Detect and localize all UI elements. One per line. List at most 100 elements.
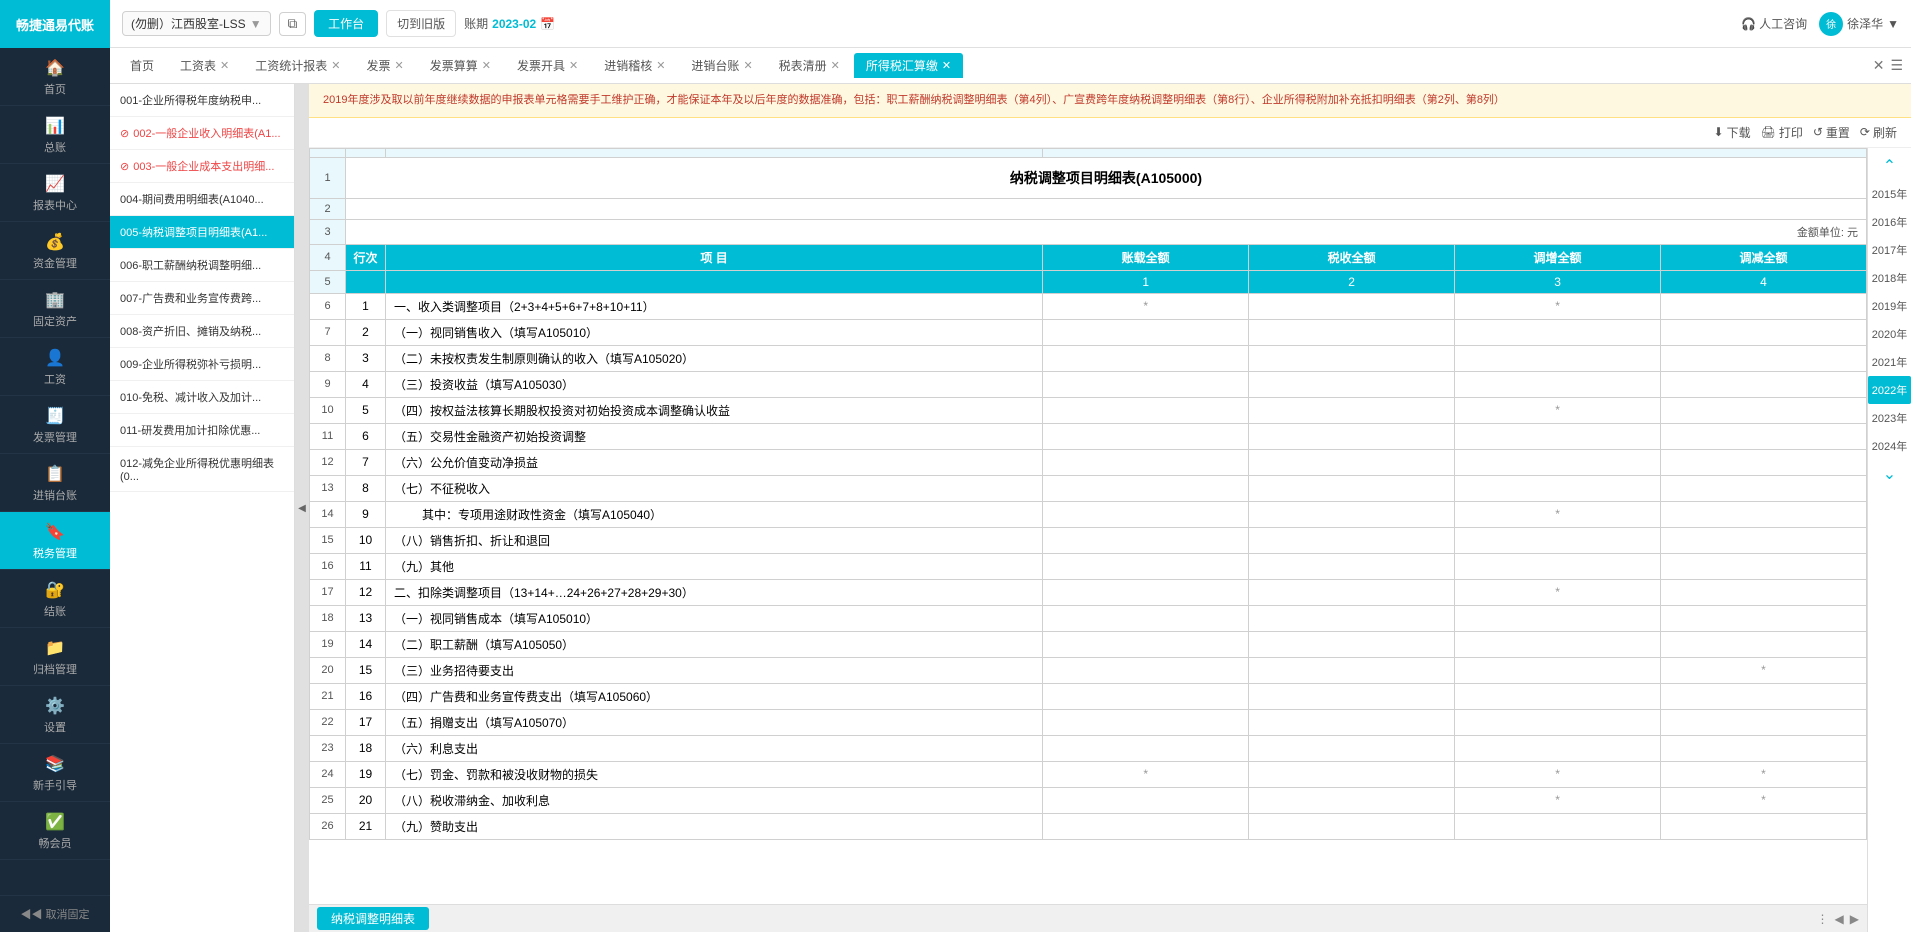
cell[interactable] <box>1661 683 1867 709</box>
cell[interactable] <box>1661 475 1867 501</box>
tab-invoice-calc[interactable]: 发票算算 ✕ <box>418 53 503 78</box>
unpin-button[interactable]: ◀◀ 取消固定 <box>0 895 110 932</box>
sidebar-item-archive[interactable]: 📁 归档管理 <box>0 628 110 686</box>
cell[interactable] <box>1455 683 1661 709</box>
tab-payroll-stat[interactable]: 工资统计报表 ✕ <box>243 53 352 78</box>
refresh-button[interactable]: ⟳ 刷新 <box>1860 124 1897 141</box>
cell[interactable] <box>1043 813 1249 839</box>
tab-invoice[interactable]: 发票 ✕ <box>354 53 415 78</box>
close-icon[interactable]: ✕ <box>656 59 665 72</box>
cell[interactable] <box>1043 319 1249 345</box>
cell[interactable]: * <box>1661 657 1867 683</box>
cell[interactable] <box>1661 293 1867 319</box>
cell[interactable] <box>1043 553 1249 579</box>
cell[interactable] <box>1455 371 1661 397</box>
form-item-002[interactable]: ⊘ 002-一般企业收入明细表(A1... <box>110 117 294 150</box>
cell[interactable] <box>1043 579 1249 605</box>
sidebar-item-settings[interactable]: ⚙️ 设置 <box>0 686 110 744</box>
cell[interactable] <box>1249 735 1455 761</box>
cell[interactable] <box>1043 397 1249 423</box>
cell[interactable] <box>1249 397 1455 423</box>
close-icon[interactable]: ✕ <box>942 59 951 72</box>
cell[interactable] <box>1249 683 1455 709</box>
cell[interactable] <box>1661 501 1867 527</box>
calendar-icon[interactable]: 📅 <box>540 17 555 31</box>
form-item-012[interactable]: 012-减免企业所得税优惠明细表(0... <box>110 447 294 492</box>
sidebar-item-invoice-ledger[interactable]: 📋 进销台账 <box>0 454 110 512</box>
cell[interactable] <box>1455 553 1661 579</box>
year-2022[interactable]: 2022年 <box>1868 376 1911 404</box>
cell[interactable] <box>1249 449 1455 475</box>
tab-income-tax[interactable]: 所得税汇算缴 ✕ <box>854 53 963 78</box>
cell[interactable]: * <box>1455 501 1661 527</box>
cell[interactable] <box>1455 527 1661 553</box>
cell[interactable] <box>1249 787 1455 813</box>
bottom-tab-main[interactable]: 纳税调整明细表 <box>317 907 429 930</box>
cell[interactable] <box>1661 579 1867 605</box>
year-2017[interactable]: 2017年 <box>1868 236 1911 264</box>
cell[interactable] <box>1455 813 1661 839</box>
sidebar-item-fixed-asset[interactable]: 🏢 固定资产 <box>0 280 110 338</box>
cell[interactable] <box>1661 449 1867 475</box>
year-down-icon[interactable]: ⌄ <box>1879 460 1900 488</box>
sidebar-item-report[interactable]: 📈 报表中心 <box>0 164 110 222</box>
form-item-008[interactable]: 008-资产折旧、摊销及纳税... <box>110 315 294 348</box>
cell[interactable] <box>1043 735 1249 761</box>
cell[interactable] <box>1043 423 1249 449</box>
cell[interactable] <box>1661 345 1867 371</box>
user-menu[interactable]: 徐 徐泽华 ▼ <box>1819 12 1899 36</box>
year-2019[interactable]: 2019年 <box>1868 292 1911 320</box>
cell[interactable] <box>1455 423 1661 449</box>
cell[interactable] <box>1043 371 1249 397</box>
cell[interactable] <box>1249 371 1455 397</box>
cell[interactable] <box>1455 735 1661 761</box>
cell[interactable] <box>1661 631 1867 657</box>
cell[interactable] <box>1661 423 1867 449</box>
year-2021[interactable]: 2021年 <box>1868 348 1911 376</box>
close-icon[interactable]: ✕ <box>331 59 340 72</box>
cell[interactable] <box>1455 631 1661 657</box>
tab-payroll[interactable]: 工资表 ✕ <box>168 53 241 78</box>
year-2015[interactable]: 2015年 <box>1868 180 1911 208</box>
cell[interactable]: * <box>1043 293 1249 319</box>
year-2024[interactable]: 2024年 <box>1868 432 1911 460</box>
cell[interactable] <box>1455 605 1661 631</box>
cell[interactable] <box>1249 631 1455 657</box>
cell[interactable] <box>1249 501 1455 527</box>
year-2016[interactable]: 2016年 <box>1868 208 1911 236</box>
form-item-007[interactable]: 007-广告费和业务宣传费跨... <box>110 282 294 315</box>
support-btn[interactable]: 🎧 人工咨询 <box>1741 15 1807 32</box>
cell[interactable] <box>1661 813 1867 839</box>
cell[interactable] <box>1661 397 1867 423</box>
cell[interactable] <box>1249 709 1455 735</box>
cell[interactable] <box>1043 657 1249 683</box>
cell[interactable] <box>1455 319 1661 345</box>
cell[interactable] <box>1455 709 1661 735</box>
tab-tax-clear[interactable]: 税表清册 ✕ <box>767 53 852 78</box>
cell[interactable] <box>1249 293 1455 319</box>
oldver-button[interactable]: 切到旧版 <box>386 10 456 37</box>
cell[interactable] <box>1043 605 1249 631</box>
cell[interactable] <box>1249 527 1455 553</box>
cell[interactable] <box>1249 761 1455 787</box>
cell[interactable]: * <box>1661 787 1867 813</box>
cell[interactable]: * <box>1455 397 1661 423</box>
cell[interactable] <box>1661 735 1867 761</box>
form-item-004[interactable]: 004-期间费用明细表(A1040... <box>110 183 294 216</box>
tab-invoice-ledger[interactable]: 进销台账 ✕ <box>679 53 764 78</box>
cell[interactable] <box>1661 605 1867 631</box>
year-up-icon[interactable]: ⌃ <box>1879 152 1900 180</box>
cell[interactable] <box>1455 657 1661 683</box>
cell[interactable] <box>1455 475 1661 501</box>
cell[interactable] <box>1043 345 1249 371</box>
cell[interactable] <box>1455 449 1661 475</box>
copy-button[interactable]: ⧉ <box>279 12 307 36</box>
scroll-left-icon[interactable]: ◀ <box>1835 912 1844 926</box>
cell[interactable] <box>1249 553 1455 579</box>
sidebar-item-payroll[interactable]: 👤 工资 <box>0 338 110 396</box>
cell[interactable]: * <box>1455 293 1661 319</box>
sidebar-item-invoice-mgmt[interactable]: 🧾 发票管理 <box>0 396 110 454</box>
sidebar-item-asset[interactable]: 💰 资金管理 <box>0 222 110 280</box>
cell[interactable] <box>1661 319 1867 345</box>
year-2023[interactable]: 2023年 <box>1868 404 1911 432</box>
